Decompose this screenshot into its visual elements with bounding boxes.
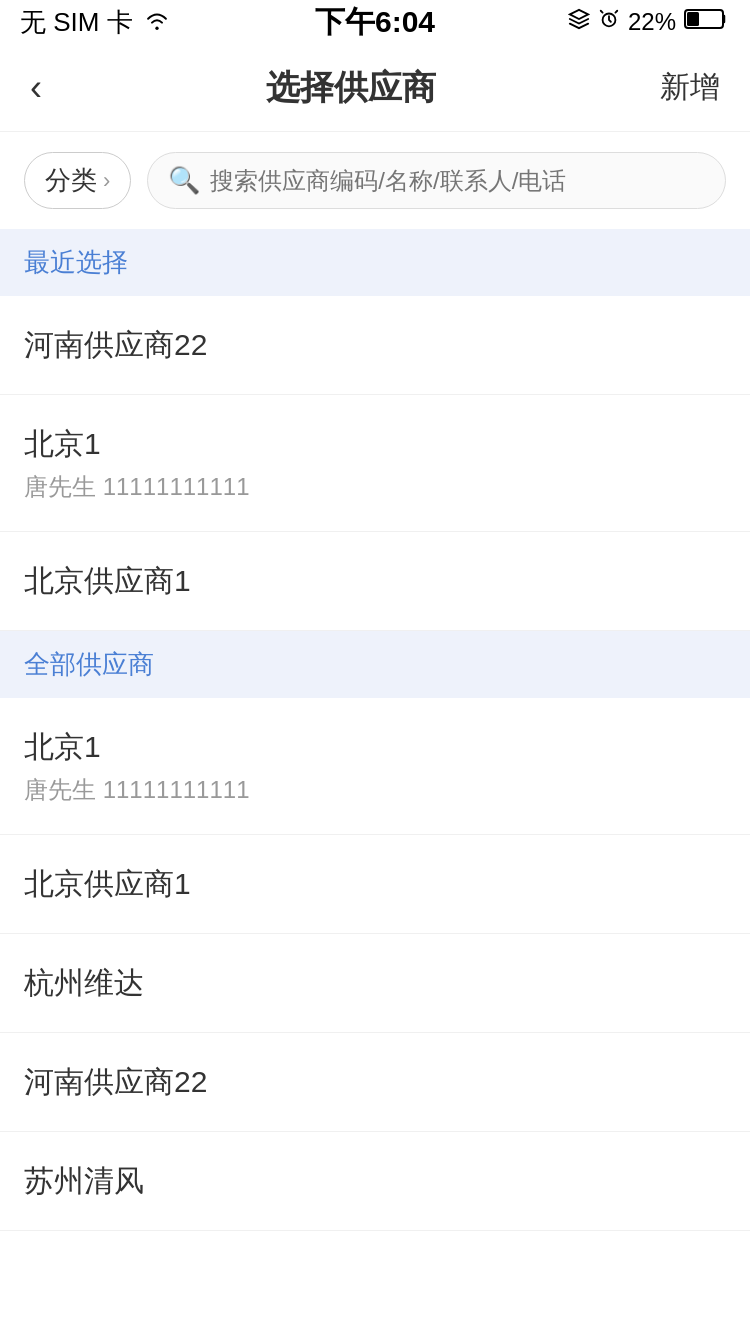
item-sub: 唐先生 11111111111 <box>24 774 726 806</box>
search-input[interactable] <box>210 167 705 195</box>
battery-text: 22% <box>628 8 676 36</box>
page-title: 选择供应商 <box>266 65 436 111</box>
back-button[interactable]: ‹ <box>30 67 42 109</box>
all-section-header: 全部供应商 <box>0 631 750 698</box>
status-right: 22% <box>568 8 730 36</box>
list-item[interactable]: 北京供应商1 <box>0 835 750 934</box>
item-name: 河南供应商22 <box>24 324 726 366</box>
battery-icon <box>684 8 730 36</box>
list-item[interactable]: 北京1 唐先生 11111111111 <box>0 698 750 835</box>
all-list: 北京1 唐先生 11111111111 北京供应商1 杭州维达河南供应商22 苏州清风 <box>0 698 750 1231</box>
item-name: 河南供应商22 <box>24 1061 726 1103</box>
item-name: 北京供应商1 <box>24 863 726 905</box>
sim-text: 无 SIM 卡 <box>20 5 133 40</box>
svg-rect-2 <box>687 12 699 26</box>
list-item[interactable]: 河南供应商22 <box>0 296 750 395</box>
item-name: 杭州维达 <box>24 962 726 1004</box>
wifi-icon <box>143 7 171 38</box>
item-sub: 唐先生 11111111111 <box>24 471 726 503</box>
add-button[interactable]: 新增 <box>660 67 720 108</box>
search-icon: 🔍 <box>168 165 200 196</box>
list-item[interactable]: 北京1 唐先生 11111111111 <box>0 395 750 532</box>
item-name: 北京1 <box>24 726 726 768</box>
nav-bar: ‹ 选择供应商 新增 <box>0 44 750 132</box>
category-arrow-icon: › <box>103 168 110 194</box>
list-item[interactable]: 北京供应商1 <box>0 532 750 631</box>
status-time: 下午6:04 <box>315 2 435 43</box>
all-section-label: 全部供应商 <box>24 649 154 679</box>
item-name: 北京1 <box>24 423 726 465</box>
location-icon <box>568 8 590 36</box>
category-button[interactable]: 分类 › <box>24 152 131 209</box>
filter-bar: 分类 › 🔍 <box>0 132 750 229</box>
search-box[interactable]: 🔍 <box>147 152 726 209</box>
item-name: 北京供应商1 <box>24 560 726 602</box>
recent-list: 河南供应商22 北京1 唐先生 11111111111 北京供应商1 <box>0 296 750 631</box>
list-item[interactable]: 杭州维达 <box>0 934 750 1033</box>
category-label: 分类 <box>45 163 97 198</box>
status-bar: 无 SIM 卡 下午6:04 22% <box>0 0 750 44</box>
alarm-icon <box>598 8 620 36</box>
list-item[interactable]: 苏州清风 <box>0 1132 750 1231</box>
status-left: 无 SIM 卡 <box>20 5 171 40</box>
list-item[interactable]: 河南供应商22 <box>0 1033 750 1132</box>
item-name: 苏州清风 <box>24 1160 726 1202</box>
recent-section-label: 最近选择 <box>24 247 128 277</box>
recent-section-header: 最近选择 <box>0 229 750 296</box>
